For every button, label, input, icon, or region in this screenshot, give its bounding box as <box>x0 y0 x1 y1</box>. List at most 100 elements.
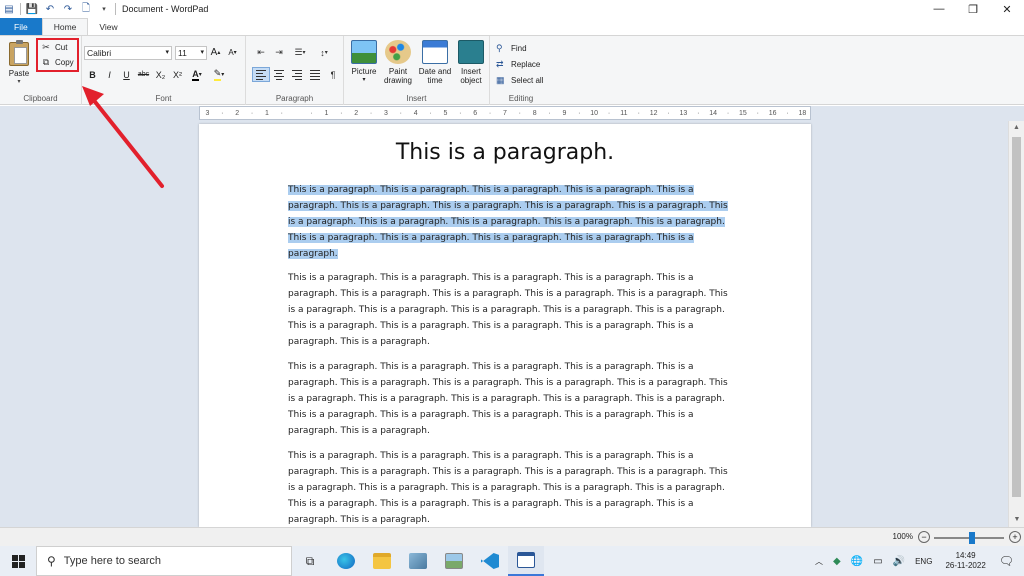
strikethrough-button[interactable]: abc <box>135 67 152 82</box>
scroll-down-icon[interactable]: ▼ <box>1009 513 1024 527</box>
paste-button[interactable]: Paste ▾ <box>4 40 34 86</box>
justify-icon[interactable] <box>306 67 324 82</box>
tab-home[interactable]: Home <box>41 18 89 35</box>
cut-copy-highlight-box: ✂ Cut ⧉ Copy <box>36 38 79 72</box>
align-right-icon[interactable] <box>288 67 306 82</box>
select-all-label: Select all <box>511 75 544 85</box>
language-indicator[interactable]: ENG <box>915 557 932 566</box>
network-icon[interactable]: 🌐 <box>851 556 863 567</box>
app-icon[interactable] <box>400 546 436 576</box>
paragraph-line-text: paragraph. This is a paragraph. <box>288 337 430 347</box>
paragraph-line-text: is a paragraph. This is a paragraph. Thi… <box>288 305 725 315</box>
selected-paragraph[interactable]: This is a paragraph. This is a paragraph… <box>288 182 728 262</box>
align-left-icon[interactable] <box>252 67 270 82</box>
paragraph[interactable]: This is a paragraph. This is a paragraph… <box>288 448 728 527</box>
tab-file[interactable]: File <box>0 18 42 35</box>
bold-button[interactable]: B <box>84 67 101 82</box>
paragraph-line: is a paragraph. This is a paragraph. Thi… <box>288 214 728 230</box>
paragraph-line-text: This is a paragraph. This is a paragraph… <box>288 185 694 195</box>
underline-button[interactable]: U <box>118 67 135 82</box>
ruler-label: 1 <box>264 109 269 117</box>
close-button[interactable]: ✕ <box>990 0 1024 18</box>
ruler-label: 15 <box>739 109 747 117</box>
ruler-label: 12 <box>649 109 658 117</box>
ruler-label: · <box>786 109 789 117</box>
paragraph[interactable]: This is a paragraph. This is a paragraph… <box>288 270 728 350</box>
bullets-icon[interactable]: ☰ ▾ <box>288 45 312 60</box>
tab-view[interactable]: View <box>88 18 128 35</box>
cut-button[interactable]: ✂ Cut <box>38 40 77 55</box>
ruler-label: · <box>459 109 462 117</box>
line-spacing-icon[interactable]: ↕ ▾ <box>312 45 336 60</box>
highlight-button[interactable]: ✎ ▾ <box>208 67 230 82</box>
edge-icon[interactable] <box>328 546 364 576</box>
cut-label: Cut <box>55 43 68 52</box>
redo-icon[interactable]: ↷ <box>61 2 75 16</box>
print-preview-icon[interactable]: 🗋 <box>79 2 93 16</box>
paragraph-settings-icon[interactable]: ¶ <box>324 67 342 82</box>
insert-object-button[interactable]: Insert object <box>454 40 488 85</box>
clipboard-group: Paste ▾ ✂ Cut ⧉ Copy Clipboard <box>0 36 82 105</box>
ruler[interactable]: 3 · 2 · 1 · · 1 · 2 · 3 · 4 · 5 · 6 · 7 · 8 · 9 · 10 · 11 · 12 · 13 · 14 ·… <box>199 106 811 120</box>
object-icon <box>458 40 484 64</box>
italic-button[interactable]: I <box>101 67 118 82</box>
increase-indent-icon[interactable]: ⇥ <box>270 45 288 60</box>
document-page[interactable]: This is a paragraph. This is a paragraph… <box>199 124 811 527</box>
paragraph[interactable]: This is a paragraph. This is a paragraph… <box>288 359 728 439</box>
tray-app-icon[interactable]: ◆ <box>833 556 841 567</box>
select-all-button[interactable]: ▦ Select all <box>496 72 543 88</box>
vscode-icon[interactable] <box>472 546 508 576</box>
photos-icon[interactable] <box>436 546 472 576</box>
task-view-icon[interactable]: ⧉ <box>292 546 328 576</box>
zoom-level: 100% <box>892 532 913 541</box>
volume-icon[interactable]: 🔊 <box>893 556 905 567</box>
align-center-icon[interactable] <box>270 67 288 82</box>
minimize-button[interactable]: — <box>922 0 956 18</box>
scrollbar-thumb[interactable] <box>1012 137 1021 497</box>
find-button[interactable]: ⚲ Find <box>496 40 543 56</box>
superscript-button[interactable]: X² <box>169 67 186 82</box>
grow-font-button[interactable]: A ▴ <box>207 45 224 60</box>
undo-icon[interactable]: ↶ <box>43 2 57 16</box>
font-family-select[interactable]: Calibri <box>84 45 172 60</box>
picture-button[interactable]: Picture ▾ <box>348 40 380 85</box>
replace-button[interactable]: ⇄ Replace <box>496 56 543 72</box>
taskbar-search[interactable]: ⚲ Type here to search <box>36 546 292 576</box>
paint-drawing-button[interactable]: Paint drawing <box>380 40 416 85</box>
highlighter-icon: ✎ <box>213 68 222 81</box>
zoom-out-button[interactable]: − <box>918 531 930 543</box>
clock-time: 14:49 <box>955 551 976 560</box>
date-time-button[interactable]: Date and time <box>416 40 454 85</box>
copy-button[interactable]: ⧉ Copy <box>38 55 77 70</box>
font-size-select[interactable]: 11 <box>175 45 207 60</box>
clipboard-group-label: Clipboard <box>23 94 58 103</box>
battery-icon[interactable]: ▭ <box>873 556 882 567</box>
italic-label: I <box>108 69 111 80</box>
wordpad-icon[interactable]: ▤ <box>2 2 16 16</box>
file-explorer-icon[interactable] <box>364 546 400 576</box>
ruler-label: · <box>280 109 283 117</box>
document-heading[interactable]: This is a paragraph. <box>199 140 811 165</box>
zoom-in-button[interactable]: + <box>1009 531 1021 543</box>
ruler-label: 10 <box>590 109 599 117</box>
paragraph-line: This is a paragraph. This is a paragraph… <box>288 270 728 286</box>
notifications-icon[interactable]: 🗨 <box>999 554 1014 568</box>
start-button[interactable] <box>0 546 36 576</box>
restore-button[interactable]: ❐ <box>956 0 990 18</box>
tray-chevron-icon[interactable]: ︿ <box>815 556 823 567</box>
paste-icon <box>9 40 29 66</box>
text-color-button[interactable]: A ▾ <box>186 67 208 82</box>
vertical-scrollbar[interactable]: ▲ ▼ <box>1008 121 1024 527</box>
zoom-slider[interactable] <box>934 532 1004 544</box>
scroll-up-icon[interactable]: ▲ <box>1009 121 1024 135</box>
customize-arrow-icon[interactable]: ▾ <box>97 2 111 16</box>
ruler-label: 8 <box>532 109 537 117</box>
ruler-label: · <box>340 109 343 117</box>
save-icon[interactable]: 💾 <box>25 2 39 16</box>
zoom-slider-thumb[interactable] <box>969 532 976 544</box>
wordpad-taskbar-icon[interactable] <box>508 546 544 576</box>
shrink-font-button[interactable]: A ▾ <box>224 45 241 60</box>
subscript-button[interactable]: X₂ <box>152 67 169 82</box>
clock[interactable]: 14:49 26-11-2022 <box>945 551 985 571</box>
decrease-indent-icon[interactable]: ⇤ <box>252 45 270 60</box>
